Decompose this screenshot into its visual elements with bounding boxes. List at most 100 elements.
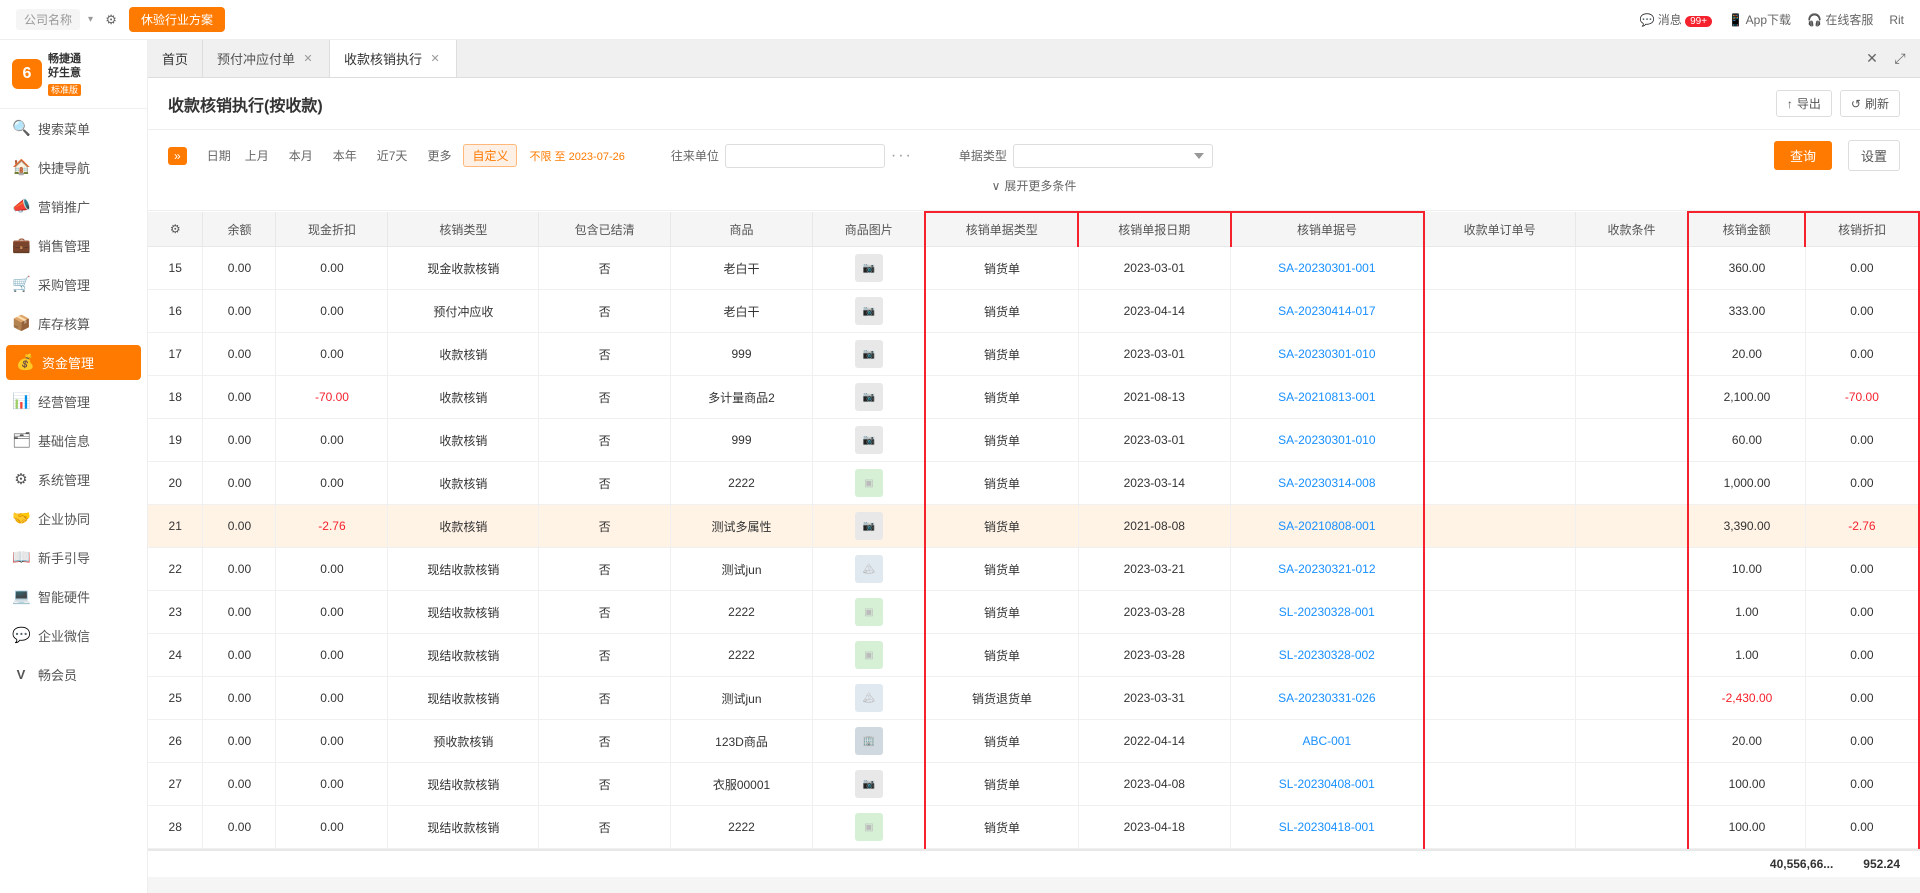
- voucher-no-link[interactable]: SA-20230321-012: [1278, 562, 1375, 576]
- message-area[interactable]: 💬 消息 99+: [1639, 11, 1712, 28]
- sidebar-item-guide-label: 新手引导: [38, 548, 90, 567]
- logo-badge: 标准版: [48, 84, 81, 96]
- sidebar-item-member[interactable]: V 畅会员: [0, 655, 147, 694]
- voucher-no-link[interactable]: SL-20230328-001: [1279, 605, 1375, 619]
- voucher-no-link[interactable]: SL-20230328-002: [1279, 648, 1375, 662]
- cell-verify-type: 收款核销: [388, 333, 539, 376]
- cell-verify-voucher-type: 销货单: [925, 462, 1078, 505]
- company-input[interactable]: [725, 144, 885, 168]
- company-dropdown-icon[interactable]: ▾: [88, 14, 93, 25]
- refresh-btn[interactable]: ↺ 刷新: [1840, 90, 1900, 117]
- cell-goods-img: 📷: [813, 763, 926, 806]
- sidebar-item-marketing-label: 营销推广: [38, 197, 90, 216]
- last-month-btn[interactable]: 上月: [237, 144, 277, 167]
- cell-cash-discount: -70.00: [276, 376, 388, 419]
- page-title: 收款核销执行(按收款): [168, 92, 323, 116]
- tab-prepay[interactable]: 预付冲应付单 ✕: [203, 40, 330, 77]
- sidebar-item-marketing[interactable]: 📣 营销推广: [0, 187, 147, 226]
- last7days-btn[interactable]: 近7天: [369, 144, 416, 167]
- voucher-no-link[interactable]: SA-20230301-010: [1278, 347, 1375, 361]
- sidebar-item-system[interactable]: ⚙ 系统管理: [0, 460, 147, 499]
- filter-row-1: » 日期 上月 本月 本年 近7天 更多 自定义 不限 至 2: [168, 140, 1900, 171]
- this-year-btn[interactable]: 本年: [325, 144, 365, 167]
- voucher-no-link[interactable]: SA-20230414-017: [1278, 304, 1375, 318]
- tab-home[interactable]: 首页: [148, 40, 203, 77]
- sidebar-item-guide[interactable]: 📖 新手引导: [0, 538, 147, 577]
- table-body: 15 0.00 0.00 现金收款核销 否 老白干 📷 销货单 2023-03-…: [148, 247, 1919, 849]
- cell-verify-discount: 0.00: [1805, 763, 1919, 806]
- tab-receipt-verify[interactable]: 收款核销执行 ✕: [330, 40, 457, 77]
- this-month-btn[interactable]: 本月: [281, 144, 321, 167]
- sidebar-item-basic-info-label: 基础信息: [38, 431, 90, 450]
- voucher-no-link[interactable]: SA-20230301-001: [1278, 261, 1375, 275]
- filter-dots[interactable]: ···: [891, 147, 913, 165]
- cell-verify-type: 现结收款核销: [388, 548, 539, 591]
- voucher-no-link[interactable]: SL-20230418-001: [1279, 820, 1375, 834]
- goods-image: ▣: [855, 469, 883, 497]
- voucher-no-link[interactable]: SA-20210813-001: [1278, 390, 1375, 404]
- settings-btn[interactable]: 设置: [1848, 140, 1900, 171]
- company-selector[interactable]: 公司名称: [16, 9, 80, 30]
- cell-receipt-order-no: [1424, 763, 1576, 806]
- expand-more-btn[interactable]: ∨ 展开更多条件: [992, 177, 1077, 194]
- cell-goods: 2222: [670, 462, 812, 505]
- sidebar-item-hardware-label: 智能硬件: [38, 587, 90, 606]
- sidebar-item-operation[interactable]: 📊 经营管理: [0, 382, 147, 421]
- export-btn[interactable]: ↑ 导出: [1776, 90, 1832, 117]
- cell-verify-voucher-date: 2023-04-14: [1078, 290, 1231, 333]
- wechat-icon: 💬: [12, 626, 30, 644]
- date-filter-group: 日期 上月 本月 本年 近7天 更多 自定义 不限 至 2023-07-26: [207, 144, 625, 167]
- table-row: 15 0.00 0.00 现金收款核销 否 老白干 📷 销货单 2023-03-…: [148, 247, 1919, 290]
- goods-image: 📷: [855, 512, 883, 540]
- cell-receipt-order-no: [1424, 247, 1576, 290]
- sidebar-item-wechat[interactable]: 💬 企业微信: [0, 616, 147, 655]
- sidebar-item-enterprise[interactable]: 🤝 企业协同: [0, 499, 147, 538]
- app-download[interactable]: 📱 App下载: [1728, 11, 1791, 28]
- user-name[interactable]: Rit: [1889, 13, 1904, 27]
- industry-btn[interactable]: 休验行业方案: [129, 7, 225, 32]
- col-verify-discount: 核销折扣: [1805, 212, 1919, 247]
- cell-balance: 0.00: [203, 333, 276, 376]
- tab-maximize-btn[interactable]: ⤢: [1888, 47, 1912, 71]
- sidebar-item-search[interactable]: 🔍 搜索菜单: [0, 109, 147, 148]
- online-service[interactable]: 🎧 在线客服: [1807, 11, 1873, 28]
- sidebar-item-inventory[interactable]: 📦 库存核算: [0, 304, 147, 343]
- sidebar-item-hardware[interactable]: 💻 智能硬件: [0, 577, 147, 616]
- col-settings[interactable]: ⚙: [148, 212, 203, 247]
- logo-text-area: 畅捷通好生意 标准版: [48, 52, 81, 96]
- tab-prepay-close[interactable]: ✕: [301, 52, 315, 66]
- tab-close-btn[interactable]: ✕: [1860, 47, 1884, 71]
- cell-verify-voucher-date: 2023-03-21: [1078, 548, 1231, 591]
- sidebar-logo: 6 畅捷通好生意 标准版: [0, 44, 147, 109]
- voucher-no-link[interactable]: SA-20230314-008: [1278, 476, 1375, 490]
- sidebar-item-quick-nav[interactable]: 🏠 快捷导航: [0, 148, 147, 187]
- cell-verify-voucher-date: 2023-03-14: [1078, 462, 1231, 505]
- voucher-no-link[interactable]: ABC-001: [1302, 734, 1351, 748]
- top-bar-right: 💬 消息 99+ 📱 App下载 🎧 在线客服 Rit: [1639, 11, 1904, 28]
- cell-balance: 0.00: [203, 634, 276, 677]
- tab-receipt-verify-close[interactable]: ✕: [428, 52, 442, 66]
- hardware-icon: 💻: [12, 587, 30, 605]
- sidebar-item-sales[interactable]: 💼 销售管理: [0, 226, 147, 265]
- table-row: 24 0.00 0.00 现结收款核销 否 2222 ▣ 销货单 2023-03…: [148, 634, 1919, 677]
- sidebar-item-basic-info[interactable]: 🗂 基础信息: [0, 421, 147, 460]
- voucher-no-link[interactable]: SL-20230408-001: [1279, 777, 1375, 791]
- cell-verify-voucher-no: SA-20230301-010: [1231, 333, 1424, 376]
- expand-arrow[interactable]: »: [168, 147, 187, 165]
- cell-receipt-condition: [1575, 462, 1688, 505]
- voucher-no-link[interactable]: SA-20230301-010: [1278, 433, 1375, 447]
- voucher-no-link[interactable]: SA-20230331-026: [1278, 691, 1375, 705]
- more-btn[interactable]: 更多: [419, 144, 459, 167]
- cell-receipt-order-no: [1424, 419, 1576, 462]
- voucher-type-select[interactable]: [1013, 144, 1213, 168]
- col-receipt-order-no: 收款单订单号: [1424, 212, 1576, 247]
- custom-btn[interactable]: 自定义: [463, 144, 517, 167]
- sidebar-item-purchase[interactable]: 🛒 采购管理: [0, 265, 147, 304]
- query-btn[interactable]: 查询: [1774, 141, 1832, 170]
- goods-image: 📷: [855, 426, 883, 454]
- voucher-no-link[interactable]: SA-20210808-001: [1278, 519, 1375, 533]
- settings-icon[interactable]: ⚙: [101, 10, 121, 30]
- sidebar-item-finance[interactable]: 💰 资金管理: [6, 345, 141, 380]
- cell-verify-voucher-date: 2021-08-13: [1078, 376, 1231, 419]
- sidebar-item-search-label: 搜索菜单: [38, 119, 90, 138]
